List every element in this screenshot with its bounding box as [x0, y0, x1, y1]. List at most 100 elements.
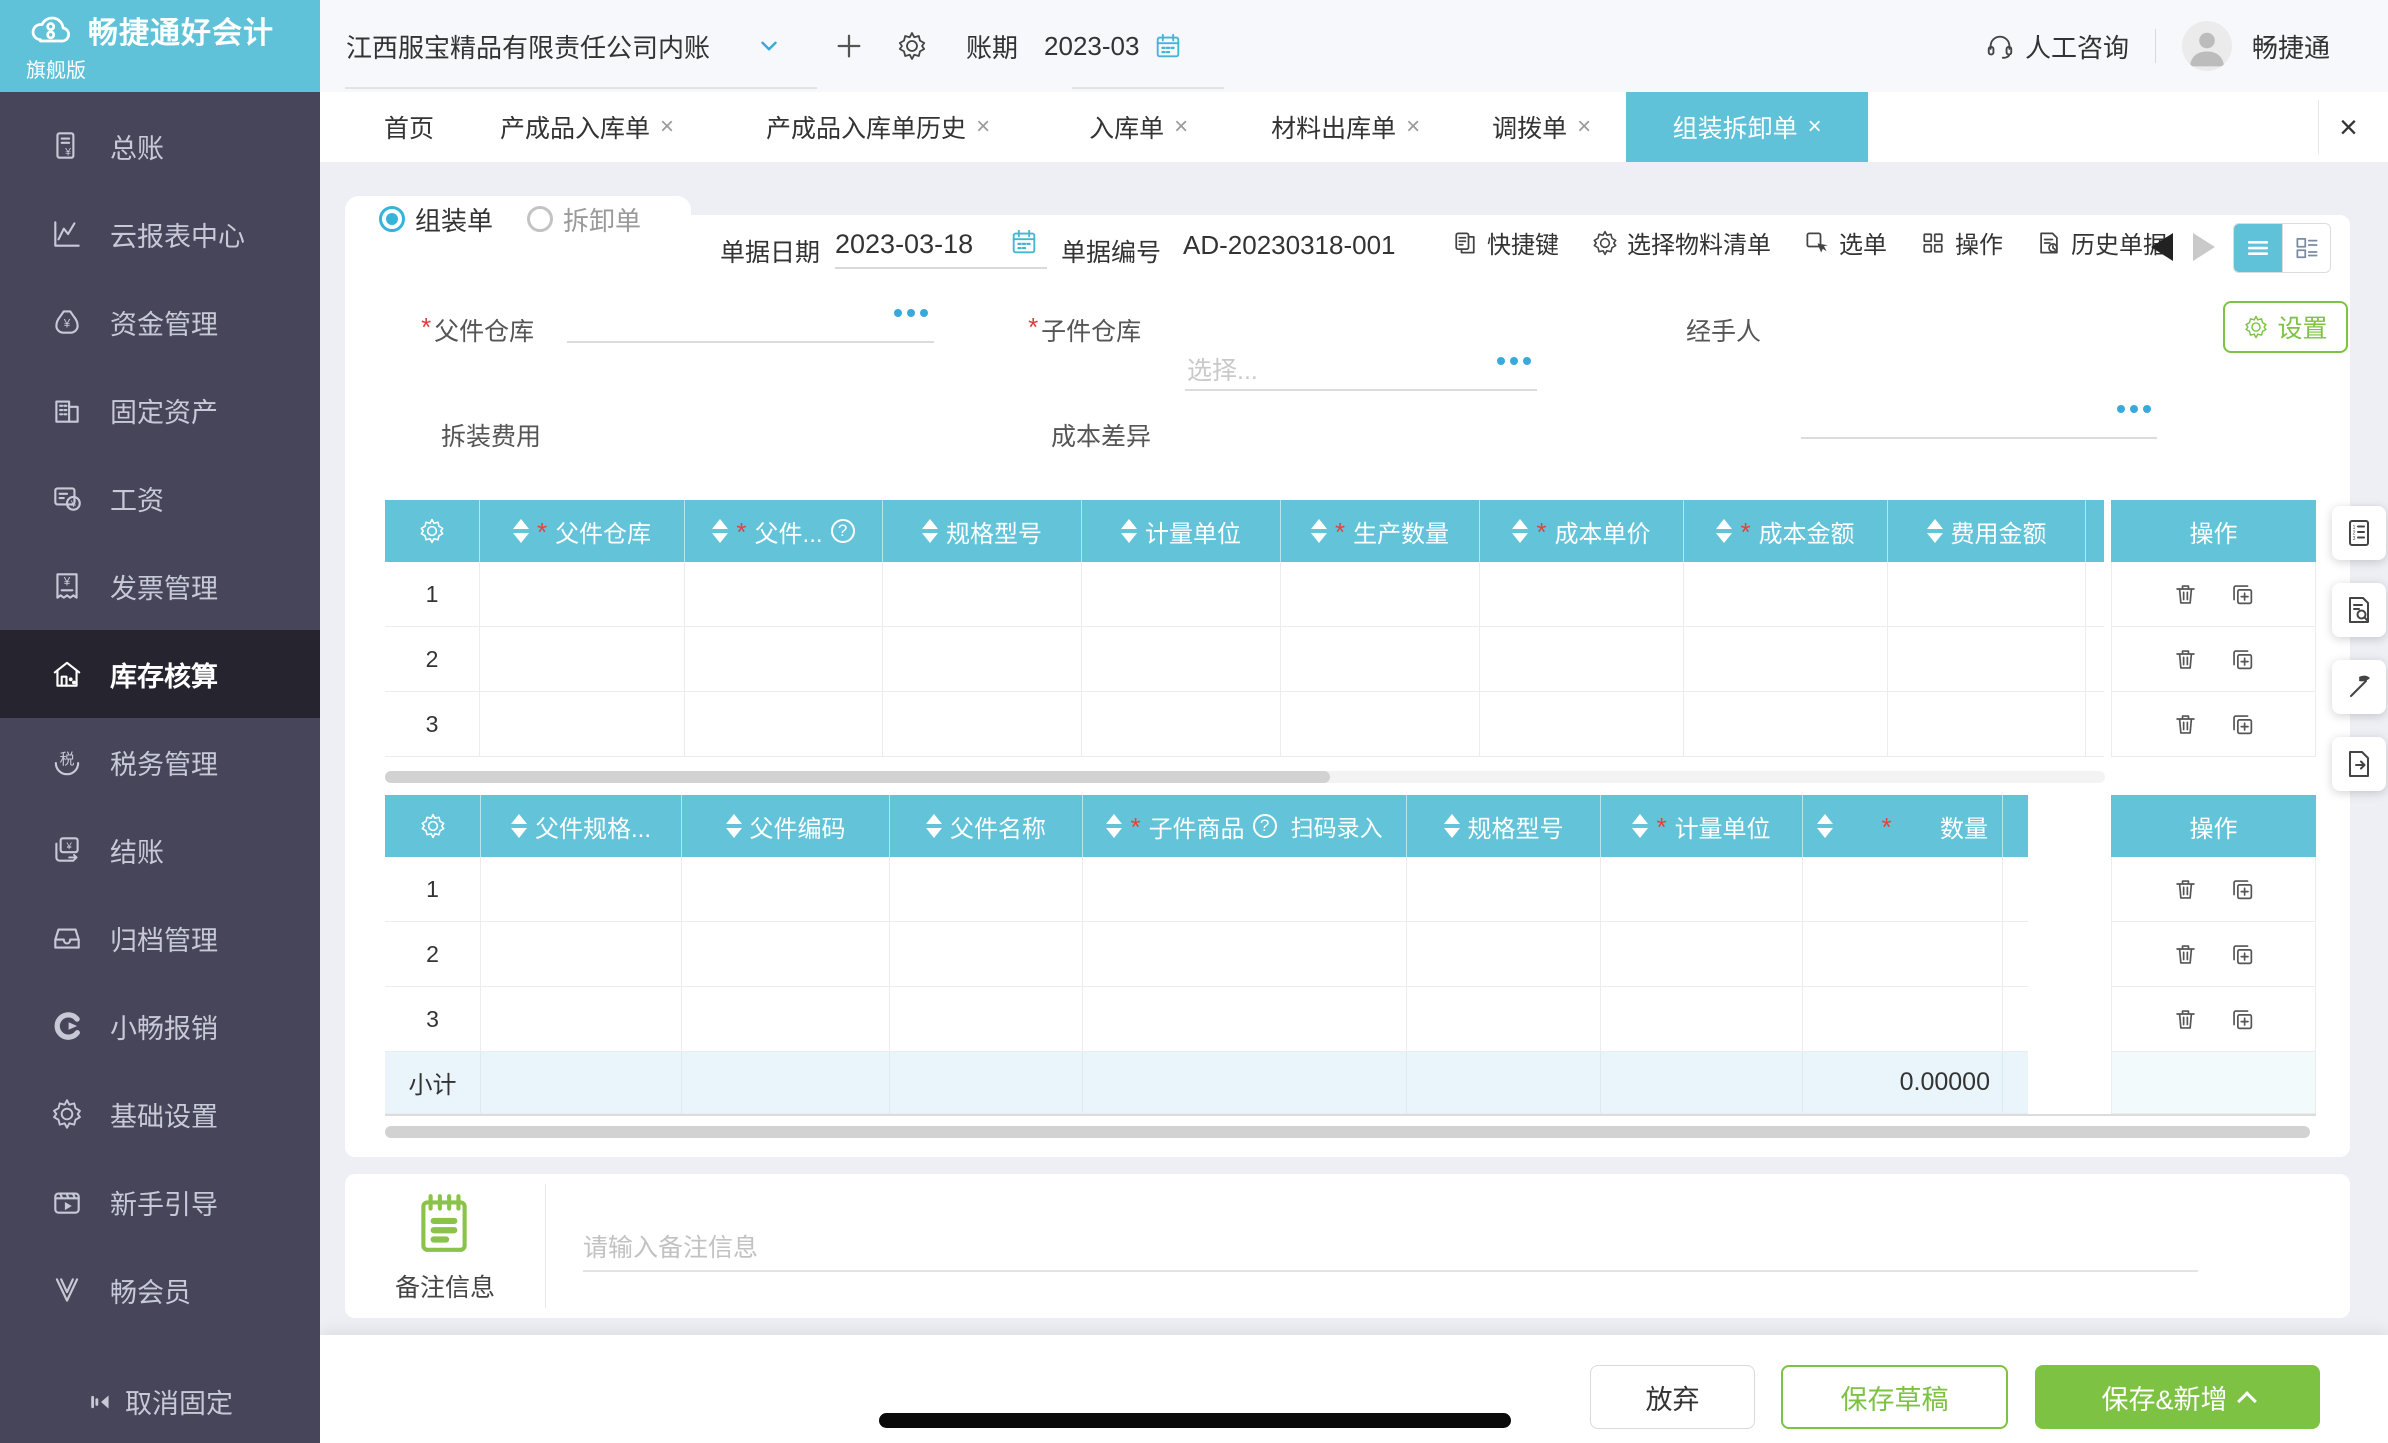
- handler-field[interactable]: [1801, 391, 2157, 439]
- help-circle-icon[interactable]: ?: [1252, 814, 1277, 838]
- column-header-计量单位[interactable]: * 计量单位: [1601, 795, 1803, 857]
- add-account-button[interactable]: [834, 31, 864, 61]
- radio-disassembly[interactable]: 拆卸单: [527, 201, 641, 238]
- toolbar-选择物料清单-button[interactable]: 选择物料清单: [1591, 225, 1771, 260]
- support-link[interactable]: 人工咨询: [2025, 28, 2129, 65]
- clipped-column-cell[interactable]: [2086, 500, 2104, 562]
- editable-cell-父件编码[interactable]: [682, 857, 890, 921]
- table2-hscroll-thumb[interactable]: [385, 1126, 2310, 1138]
- column-header-计量单位[interactable]: 计量单位: [1082, 500, 1281, 562]
- sidebar-item-畅会员[interactable]: 畅会员: [0, 1246, 320, 1334]
- trash-icon[interactable]: [2172, 941, 2199, 968]
- editable-cell-父件...[interactable]: [685, 562, 883, 626]
- editable-cell-数量[interactable]: [1803, 857, 2003, 921]
- trash-icon[interactable]: [2172, 876, 2199, 903]
- sort-arrows-icon[interactable]: [1632, 814, 1649, 838]
- child-warehouse-field[interactable]: 选择...: [1185, 343, 1537, 391]
- sort-arrows-icon[interactable]: [510, 814, 527, 838]
- column-header-子件商品[interactable]: * 子件商品? 扫码录入: [1083, 795, 1407, 857]
- editable-cell-规格型号[interactable]: [1407, 922, 1601, 986]
- copy-plus-icon[interactable]: [2229, 646, 2256, 673]
- editable-cell-计量单位[interactable]: [1601, 922, 1803, 986]
- period-value[interactable]: 2023-03: [1044, 31, 1139, 62]
- column-header-父件编码[interactable]: 父件编码: [682, 795, 890, 857]
- editable-cell-父件...[interactable]: [685, 692, 883, 756]
- date-calendar-icon[interactable]: [1009, 227, 1039, 257]
- period-calendar-icon[interactable]: [1153, 31, 1183, 61]
- column-header-父件名称[interactable]: 父件名称: [890, 795, 1083, 857]
- date-value[interactable]: 2023-03-18: [835, 229, 973, 260]
- save-draft-button[interactable]: 保存草稿: [1781, 1365, 2008, 1429]
- editable-cell-规格型号[interactable]: [883, 692, 1082, 756]
- account-settings-icon[interactable]: [896, 30, 928, 62]
- side-tool-doc-search-button[interactable]: [2332, 583, 2386, 637]
- user-avatar[interactable]: [2181, 21, 2232, 71]
- sidebar-item-结账[interactable]: ¥ 结账: [0, 806, 320, 894]
- editable-cell-规格型号[interactable]: [883, 562, 1082, 626]
- tab-调拨单[interactable]: 调拨单 ×: [1492, 92, 1591, 162]
- trash-icon[interactable]: [2172, 581, 2199, 608]
- next-doc-icon[interactable]: [2193, 233, 2215, 261]
- editable-cell-成本金额[interactable]: [1684, 692, 1888, 756]
- editable-cell-规格型号[interactable]: [1407, 987, 1601, 1051]
- column-header-父件仓库[interactable]: * 父件仓库: [480, 500, 685, 562]
- editable-cell-父件...[interactable]: [685, 627, 883, 691]
- editable-cell-父件名称[interactable]: [890, 987, 1083, 1051]
- editable-cell-成本单价[interactable]: [1480, 692, 1684, 756]
- username[interactable]: 畅捷通: [2252, 28, 2330, 65]
- editable-cell-子件商品[interactable]: [1083, 922, 1407, 986]
- tab-close-icon[interactable]: ×: [1808, 113, 1822, 141]
- sidebar-item-新手引导[interactable]: 新手引导: [0, 1158, 320, 1246]
- editable-cell-父件仓库[interactable]: [480, 562, 685, 626]
- sort-arrows-icon[interactable]: [1817, 814, 1833, 838]
- tab-close-icon[interactable]: ×: [1406, 113, 1420, 141]
- card-view-button[interactable]: [2282, 224, 2330, 272]
- copy-plus-icon[interactable]: [2229, 711, 2256, 738]
- column-header-规格型号[interactable]: 规格型号: [883, 500, 1082, 562]
- tab-close-icon[interactable]: ×: [1577, 113, 1591, 141]
- sidebar-item-基础设置[interactable]: 基础设置: [0, 1070, 320, 1158]
- side-tool-pickaxe-button[interactable]: [2332, 660, 2386, 714]
- toolbar-快捷键-button[interactable]: 快捷键: [1451, 225, 1559, 260]
- sidebar-item-库存核算[interactable]: 库存核算: [0, 630, 320, 718]
- save-and-new-button[interactable]: 保存&新增: [2035, 1365, 2320, 1429]
- company-selector[interactable]: 江西服宝精品有限责任公司内账: [346, 28, 710, 65]
- sort-arrows-icon[interactable]: [1716, 519, 1733, 543]
- editable-cell-成本单价[interactable]: [1480, 627, 1684, 691]
- column-header-父件规格...[interactable]: 父件规格...: [481, 795, 682, 857]
- sort-arrows-icon[interactable]: [712, 519, 729, 543]
- trash-icon[interactable]: [2172, 646, 2199, 673]
- tab-材料出库单[interactable]: 材料出库单 ×: [1271, 92, 1420, 162]
- app-logo[interactable]: 畅捷通好会计 旗舰版: [0, 0, 320, 92]
- editable-cell-费用金额[interactable]: [1888, 627, 2086, 691]
- settings-button[interactable]: 设置: [2223, 301, 2348, 353]
- sort-arrows-icon[interactable]: [922, 519, 938, 543]
- toolbar-历史单据-button[interactable]: 历史单据: [2035, 225, 2167, 260]
- editable-cell-数量[interactable]: [1803, 922, 2003, 986]
- sort-arrows-icon[interactable]: [1926, 519, 1943, 543]
- ellipsis-picker-icon[interactable]: [1497, 357, 1531, 365]
- column-header-生产数量[interactable]: * 生产数量: [1281, 500, 1480, 562]
- sidebar-item-税务管理[interactable]: 税 税务管理: [0, 718, 320, 806]
- editable-cell-成本金额[interactable]: [1684, 562, 1888, 626]
- editable-cell-父件规格...[interactable]: [481, 857, 682, 921]
- editable-cell-费用金额[interactable]: [1888, 562, 2086, 626]
- ellipsis-picker-icon[interactable]: [2117, 405, 2151, 413]
- radio-assembly[interactable]: 组装单: [379, 201, 493, 238]
- toolbar-操作-button[interactable]: 操作: [1919, 225, 2003, 260]
- editable-cell-父件编码[interactable]: [682, 922, 890, 986]
- sort-arrows-icon[interactable]: [1310, 519, 1327, 543]
- editable-cell-父件仓库[interactable]: [480, 692, 685, 756]
- tab-首页[interactable]: 首页: [384, 92, 434, 162]
- editable-cell-生产数量[interactable]: [1281, 692, 1480, 756]
- sort-arrows-icon[interactable]: [1121, 519, 1137, 543]
- side-tool-receipt-list-button[interactable]: 123: [2332, 506, 2386, 560]
- tab-组装拆卸单[interactable]: 组装拆卸单 ×: [1626, 92, 1869, 162]
- column-header-父件...[interactable]: * 父件...?: [685, 500, 883, 562]
- copy-plus-icon[interactable]: [2229, 941, 2256, 968]
- parent-warehouse-field[interactable]: [567, 295, 934, 343]
- side-tool-export-doc-button[interactable]: [2332, 737, 2386, 791]
- sidebar-item-固定资产[interactable]: 固定资产: [0, 366, 320, 454]
- sort-arrows-icon[interactable]: [1512, 519, 1529, 543]
- editable-cell-子件商品[interactable]: [1083, 987, 1407, 1051]
